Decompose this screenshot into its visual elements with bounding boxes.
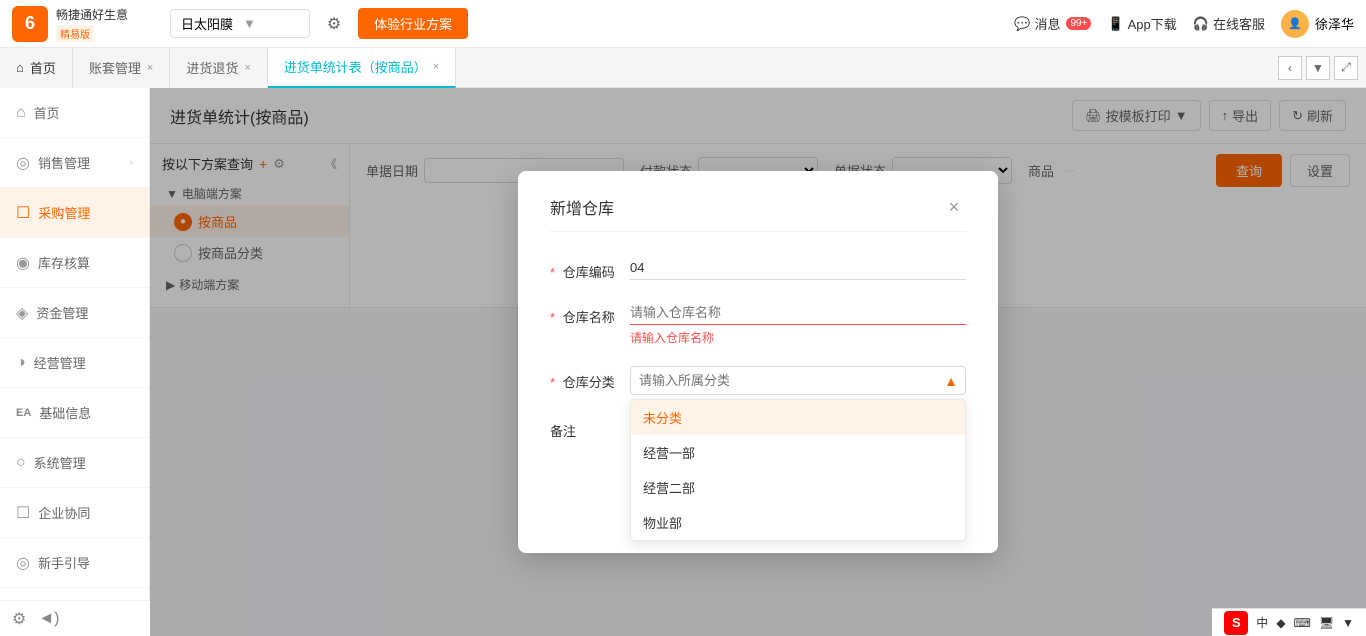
sidebar-item-basic[interactable]: EA 基础信息 bbox=[0, 388, 149, 438]
tab-close-purchase-return-icon[interactable]: × bbox=[244, 62, 250, 74]
notification-badge: 99+ bbox=[1066, 17, 1091, 30]
username-label: 徐泽华 bbox=[1315, 14, 1354, 33]
modal-title: 新增仓库 bbox=[550, 195, 942, 219]
sidebar-item-finance[interactable]: ◈ 资金管理 bbox=[0, 288, 149, 338]
sales-expand-icon: › bbox=[130, 157, 133, 168]
warehouse-name-wrap: 请输入仓库名称 bbox=[630, 301, 966, 346]
sidebar-item-guide[interactable]: ◎ 新手引导 bbox=[0, 538, 149, 588]
sidebar: ⌂ 首页 ◎ 销售管理 › ☐ 采购管理 ◉ 库存核算 ◈ 资金管理 ◑ 经营管… bbox=[0, 88, 150, 636]
header-gear-icon[interactable]: ⚙ bbox=[318, 8, 350, 40]
warehouse-code-label: * 仓库编码 bbox=[550, 256, 630, 281]
sidebar-item-operation[interactable]: ◑ 经营管理 bbox=[0, 338, 149, 388]
operation-sidebar-icon: ◑ bbox=[16, 354, 26, 372]
tab-prev-icon[interactable]: ‹ bbox=[1278, 56, 1302, 80]
tab-purchase-return[interactable]: 进货退货 × bbox=[170, 48, 267, 88]
tab-bar: ⌂ 首页 账套管理 × 进货退货 × 进货单统计表（按商品） × ‹ ▼ ⤢ bbox=[0, 48, 1366, 88]
tab-close-purchase-stats-icon[interactable]: × bbox=[433, 61, 439, 73]
sidebar-item-purchase[interactable]: ☐ 采购管理 bbox=[0, 188, 149, 238]
dropdown-item-dept2[interactable]: 经营二部 bbox=[631, 470, 965, 505]
warehouse-name-label: * 仓库名称 bbox=[550, 301, 630, 326]
warehouse-name-error: 请输入仓库名称 bbox=[630, 329, 966, 346]
enterprise-sidebar-icon: ☐ bbox=[16, 503, 30, 523]
tab-next-icon[interactable]: ▼ bbox=[1306, 56, 1330, 80]
warehouse-category-label: * 仓库分类 bbox=[550, 366, 630, 391]
headset-icon: 🎧 bbox=[1193, 16, 1209, 32]
online-service-label: 在线客服 bbox=[1213, 14, 1265, 33]
tab-purchase-stats[interactable]: 进货单统计表（按商品） × bbox=[268, 48, 456, 88]
warehouse-remark-label: 备注 bbox=[550, 415, 630, 440]
purchase-sidebar-icon: ☐ bbox=[16, 203, 30, 223]
sound-icon[interactable]: ◄) bbox=[38, 610, 59, 628]
sales-sidebar-icon: ◎ bbox=[16, 153, 30, 173]
sidebar-bottom-bar: ⚙ ◄) bbox=[0, 600, 150, 636]
app-download-label: App下载 bbox=[1128, 14, 1177, 33]
notification-item[interactable]: 💬 消息 99+ bbox=[1014, 14, 1091, 33]
store-selector[interactable]: 日太阳膜 ▼ bbox=[170, 9, 310, 38]
trial-button[interactable]: 体验行业方案 bbox=[358, 8, 468, 39]
warehouse-code-wrap bbox=[630, 256, 966, 280]
warehouse-code-input[interactable] bbox=[630, 256, 966, 280]
header-right: 💬 消息 99+ 📱 App下载 🎧 在线客服 👤 徐泽华 bbox=[1014, 10, 1354, 38]
tab-fullscreen-icon[interactable]: ⤢ bbox=[1334, 56, 1358, 80]
warehouse-category-row: * 仓库分类 ▲ 未分类 经营一部 经营二部 物业部 bbox=[550, 366, 966, 395]
tab-accounts[interactable]: 账套管理 × bbox=[73, 48, 170, 88]
basic-sidebar-icon: EA bbox=[16, 407, 31, 419]
user-avatar-area[interactable]: 👤 徐泽华 bbox=[1281, 10, 1354, 38]
sidebar-item-enterprise[interactable]: ☐ 企业协同 bbox=[0, 488, 149, 538]
finance-sidebar-icon: ◈ bbox=[16, 303, 28, 323]
settings-icon[interactable]: ⚙ bbox=[12, 609, 26, 629]
dropdown-item-dept3[interactable]: 物业部 bbox=[631, 505, 965, 540]
category-dropdown-toggle-icon[interactable]: ▲ bbox=[944, 373, 958, 389]
sidebar-item-home[interactable]: ⌂ 首页 bbox=[0, 88, 149, 138]
sidebar-item-system[interactable]: ○ 系统管理 bbox=[0, 438, 149, 488]
warehouse-name-input[interactable] bbox=[630, 301, 966, 325]
sidebar-item-sales[interactable]: ◎ 销售管理 › bbox=[0, 138, 149, 188]
warehouse-category-wrap: ▲ 未分类 经营一部 经营二部 物业部 bbox=[630, 366, 966, 395]
tab-actions: ‹ ▼ ⤢ bbox=[1278, 56, 1366, 80]
modal-overlay: 新增仓库 × * 仓库编码 * 仓库 bbox=[150, 88, 1366, 636]
tab-close-accounts-icon[interactable]: × bbox=[147, 62, 153, 74]
logo-area: 6 畅捷通好生意 精易版 bbox=[12, 6, 162, 42]
warehouse-name-row: * 仓库名称 请输入仓库名称 bbox=[550, 301, 966, 346]
warehouse-category-input[interactable] bbox=[630, 366, 966, 395]
dropdown-item-none[interactable]: 未分类 bbox=[631, 400, 965, 435]
warehouse-code-row: * 仓库编码 bbox=[550, 256, 966, 281]
inventory-sidebar-icon: ◉ bbox=[16, 253, 30, 273]
online-service-item[interactable]: 🎧 在线客服 bbox=[1193, 14, 1265, 33]
statusbar: S 中 ◆ ⌨ 🖥 ▼ bbox=[1212, 608, 1366, 636]
home-sidebar-icon: ⌂ bbox=[16, 104, 26, 122]
dropdown-item-dept1[interactable]: 经营一部 bbox=[631, 435, 965, 470]
tab-home[interactable]: ⌂ 首页 bbox=[0, 48, 73, 88]
sidebar-item-inventory[interactable]: ◉ 库存核算 bbox=[0, 238, 149, 288]
top-header: 6 畅捷通好生意 精易版 日太阳膜 ▼ ⚙ 体验行业方案 💬 消息 99+ 📱 … bbox=[0, 0, 1366, 48]
main-layout: ⌂ 首页 ◎ 销售管理 › ☐ 采购管理 ◉ 库存核算 ◈ 资金管理 ◑ 经营管… bbox=[0, 88, 1366, 636]
app-download-item[interactable]: 📱 App下载 bbox=[1107, 14, 1176, 33]
brand-icon: S bbox=[1224, 611, 1248, 635]
message-icon: 💬 bbox=[1014, 16, 1030, 32]
avatar: 👤 bbox=[1281, 10, 1309, 38]
logo-icon: 6 bbox=[12, 6, 48, 42]
store-name-label: 日太阳膜 bbox=[181, 14, 237, 33]
category-dropdown-list: 未分类 经营一部 经营二部 物业部 bbox=[630, 399, 966, 541]
new-warehouse-modal: 新增仓库 × * 仓库编码 * 仓库 bbox=[518, 171, 998, 553]
content-area: 进货单统计(按商品) 🖨 按模板打印 ▼ ↑ 导出 ↻ 刷新 bbox=[150, 88, 1366, 636]
mobile-icon: 📱 bbox=[1107, 16, 1123, 32]
modal-close-icon[interactable]: × bbox=[942, 195, 966, 219]
system-sidebar-icon: ○ bbox=[16, 454, 26, 472]
modal-header: 新增仓库 × bbox=[550, 195, 966, 232]
logo-text: 畅捷通好生意 精易版 bbox=[56, 6, 128, 42]
home-icon: ⌂ bbox=[16, 60, 24, 75]
notification-label: 消息 bbox=[1034, 14, 1060, 33]
store-dropdown-arrow-icon: ▼ bbox=[243, 16, 299, 31]
guide-sidebar-icon: ◎ bbox=[16, 553, 30, 573]
